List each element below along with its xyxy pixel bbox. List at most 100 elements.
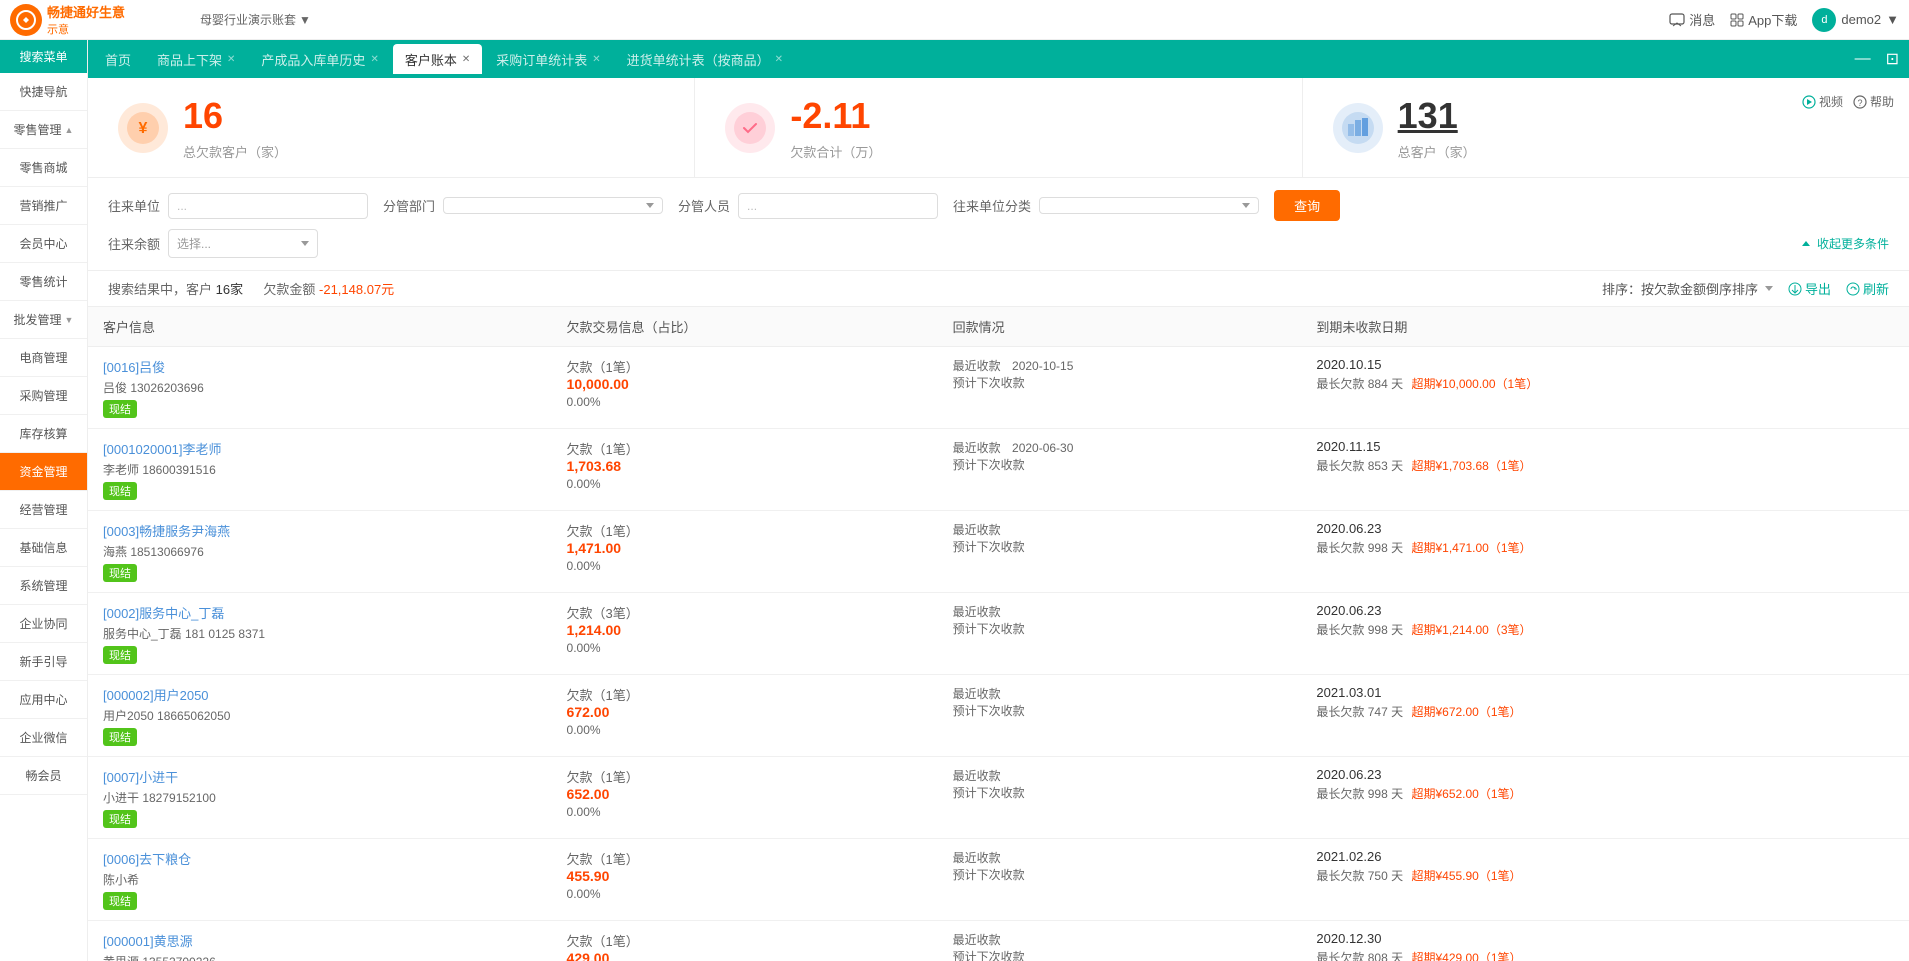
due-date-cell: 2021.02.26 最长欠款 750 天 超期¥455.90（1笔） xyxy=(1301,839,1909,921)
tab-purchase-order[interactable]: 采购订单统计表 ✕ xyxy=(484,44,612,74)
last-collect-3: 最近收款 xyxy=(953,603,1287,620)
collection-cell: 最近收款 预计下次收款 xyxy=(938,839,1302,921)
customer-code-6[interactable]: [0006]去下粮仓 xyxy=(103,849,537,868)
debt-amount-3[interactable]: 1,214.00 xyxy=(567,622,923,638)
sidebar-item-retail-mgmt[interactable]: 零售管理▲ xyxy=(0,111,87,149)
tab-home[interactable]: 首页 xyxy=(93,44,143,74)
search-button[interactable]: 查询 xyxy=(1274,190,1340,221)
table-row: [000001]黄思源 黄思源 13552700226 现结 欠款（1笔） 42… xyxy=(88,921,1909,961)
unit-category-select[interactable] xyxy=(1039,197,1259,214)
close-tab-purchase-stats[interactable]: ✕ xyxy=(775,54,783,65)
sidebar-item-operations[interactable]: 经营管理 xyxy=(0,491,87,529)
tab-purchase-stats[interactable]: 进货单统计表（按商品） ✕ xyxy=(615,44,795,74)
debt-amount-4[interactable]: 672.00 xyxy=(567,704,923,720)
next-collect-2: 预计下次收款 xyxy=(953,538,1287,555)
debt-amount-1[interactable]: 1,703.68 xyxy=(567,458,923,474)
debt-info-cell: 欠款（1笔） 1,471.00 0.00% xyxy=(552,511,938,593)
app-selector[interactable]: 母婴行业演示账套 ▼ xyxy=(200,11,311,28)
sidebar-item-marketing[interactable]: 营销推广 xyxy=(0,187,87,225)
logo-icon xyxy=(10,4,42,36)
stat-debt-total: -2.11 欠款合计（万） xyxy=(695,78,1302,177)
customer-code-5[interactable]: [0007]小进干 xyxy=(103,767,537,786)
sidebar-item-inventory[interactable]: 库存核算 xyxy=(0,415,87,453)
message-btn[interactable]: 消息 xyxy=(1669,10,1715,29)
sidebar-item-apps[interactable]: 应用中心 xyxy=(0,681,87,719)
customer-code-2[interactable]: [0003]畅捷服务尹海燕 xyxy=(103,521,537,540)
debt-amount-0[interactable]: 10,000.00 xyxy=(567,376,923,392)
stat-info-total: -2.11 欠款合计（万） xyxy=(790,95,881,161)
customer-code-7[interactable]: [000001]黄思源 xyxy=(103,931,537,950)
dept-chevron xyxy=(646,203,654,208)
overdue-link-0[interactable]: 超期¥10,000.00（1笔） xyxy=(1411,377,1538,391)
help-btn[interactable]: ? 帮助 xyxy=(1853,93,1894,110)
tab-product-shelf[interactable]: 商品上下架 ✕ xyxy=(145,44,247,74)
debt-amount-7[interactable]: 429.00 xyxy=(567,950,923,961)
app-download-btn[interactable]: App下载 xyxy=(1730,10,1797,29)
due-date-3: 2020.06.23 xyxy=(1316,603,1894,618)
customer-code-3[interactable]: [0002]服务中心_丁磊 xyxy=(103,603,537,622)
sidebar-item-ecommerce[interactable]: 电商管理 xyxy=(0,339,87,377)
customer-code-1[interactable]: [0001020001]李老师 xyxy=(103,439,537,458)
video-btn[interactable]: 视频 xyxy=(1802,93,1843,110)
overdue-link-6[interactable]: 超期¥455.90（1笔） xyxy=(1411,869,1521,883)
sidebar-item-wholesale-mgmt[interactable]: 批发管理▼ xyxy=(0,301,87,339)
source-unit-input[interactable]: ... xyxy=(168,193,368,219)
sidebar-item-enterprise[interactable]: 企业协同 xyxy=(0,605,87,643)
due-date-cell: 2020.06.23 最长欠款 998 天 超期¥1,471.00（1笔） xyxy=(1301,511,1909,593)
export-btn[interactable]: 导出 xyxy=(1788,279,1831,298)
tab-finished-goods[interactable]: 产成品入库单历史 ✕ xyxy=(249,44,390,74)
user-menu[interactable]: d demo2 ▼ xyxy=(1812,8,1899,32)
customer-code-4[interactable]: [000002]用户2050 xyxy=(103,685,537,704)
overdue-link-3[interactable]: 超期¥1,214.00（3笔） xyxy=(1411,623,1531,637)
close-tab-customer-account[interactable]: ✕ xyxy=(462,54,470,65)
sort-control[interactable]: 排序：按欠款金额倒序排序 xyxy=(1602,279,1773,298)
debt-amount-2[interactable]: 1,471.00 xyxy=(567,540,923,556)
close-tab-purchase-order[interactable]: ✕ xyxy=(592,54,600,65)
close-tab-finished-goods[interactable]: ✕ xyxy=(370,54,378,65)
sidebar-item-wechat[interactable]: 企业微信 xyxy=(0,719,87,757)
balance-select[interactable]: 选择... xyxy=(168,229,318,258)
debt-count-5: 欠款（1笔） xyxy=(567,767,923,786)
overdue-link-4[interactable]: 超期¥672.00（1笔） xyxy=(1411,705,1521,719)
due-date-cell: 2020.11.15 最长欠款 853 天 超期¥1,703.68（1笔） xyxy=(1301,429,1909,511)
svg-text:¥: ¥ xyxy=(139,120,148,137)
svg-text:?: ? xyxy=(1857,98,1862,108)
overdue-link-2[interactable]: 超期¥1,471.00（1笔） xyxy=(1411,541,1531,555)
overdue-link-1[interactable]: 超期¥1,703.68（1笔） xyxy=(1411,459,1531,473)
customer-contact-7: 黄思源 13552700226 xyxy=(103,953,537,961)
sidebar-item-quick-nav[interactable]: 快捷导航 xyxy=(0,73,87,111)
collapse-btn[interactable]: 收起更多条件 xyxy=(1802,235,1889,252)
refresh-btn[interactable]: 刷新 xyxy=(1846,279,1889,298)
sidebar-item-finance[interactable]: 资金管理 xyxy=(0,453,87,491)
sidebar-item-purchase[interactable]: 采购管理 xyxy=(0,377,87,415)
tab-maximize-btn[interactable]: ⊡ xyxy=(1881,47,1904,71)
customer-contact-2: 海燕 18513066976 xyxy=(103,543,537,560)
debt-count-1: 欠款（1笔） xyxy=(567,439,923,458)
sidebar-item-vip[interactable]: 畅会员 xyxy=(0,757,87,795)
overdue-link-7[interactable]: 超期¥429.00（1笔） xyxy=(1411,951,1521,961)
sidebar-item-retail-stats[interactable]: 零售统计 xyxy=(0,263,87,301)
tab-customer-account[interactable]: 客户账本 ✕ xyxy=(393,44,482,74)
sidebar-item-member[interactable]: 会员中心 xyxy=(0,225,87,263)
overdue-link-5[interactable]: 超期¥652.00（1笔） xyxy=(1411,787,1521,801)
manager-input[interactable]: ... xyxy=(738,193,938,219)
dept-select[interactable] xyxy=(443,197,663,214)
sidebar-item-guide[interactable]: 新手引导 xyxy=(0,643,87,681)
customer-code-0[interactable]: [0016]吕俊 xyxy=(103,357,537,376)
close-tab-product-shelf[interactable]: ✕ xyxy=(227,54,235,65)
sidebar-item-basic-info[interactable]: 基础信息 xyxy=(0,529,87,567)
debt-amount-6[interactable]: 455.90 xyxy=(567,868,923,884)
message-icon xyxy=(1669,12,1685,28)
sidebar-item-system[interactable]: 系统管理 xyxy=(0,567,87,605)
debt-amount-5[interactable]: 652.00 xyxy=(567,786,923,802)
due-date-6: 2021.02.26 xyxy=(1316,849,1894,864)
last-collect-5: 最近收款 xyxy=(953,767,1287,784)
tab-minimize-btn[interactable]: — xyxy=(1850,47,1876,71)
filter-source-unit-label: 往来单位 xyxy=(108,196,160,215)
sidebar-search[interactable]: 搜索菜单 xyxy=(0,40,87,73)
sidebar-item-retail-mall[interactable]: 零售商城 xyxy=(0,149,87,187)
debt-info-cell: 欠款（1笔） 672.00 0.00% xyxy=(552,675,938,757)
col-collection: 回款情况 xyxy=(938,307,1302,347)
due-date-0: 2020.10.15 xyxy=(1316,357,1894,372)
stat-all-count: 131 xyxy=(1398,95,1476,137)
